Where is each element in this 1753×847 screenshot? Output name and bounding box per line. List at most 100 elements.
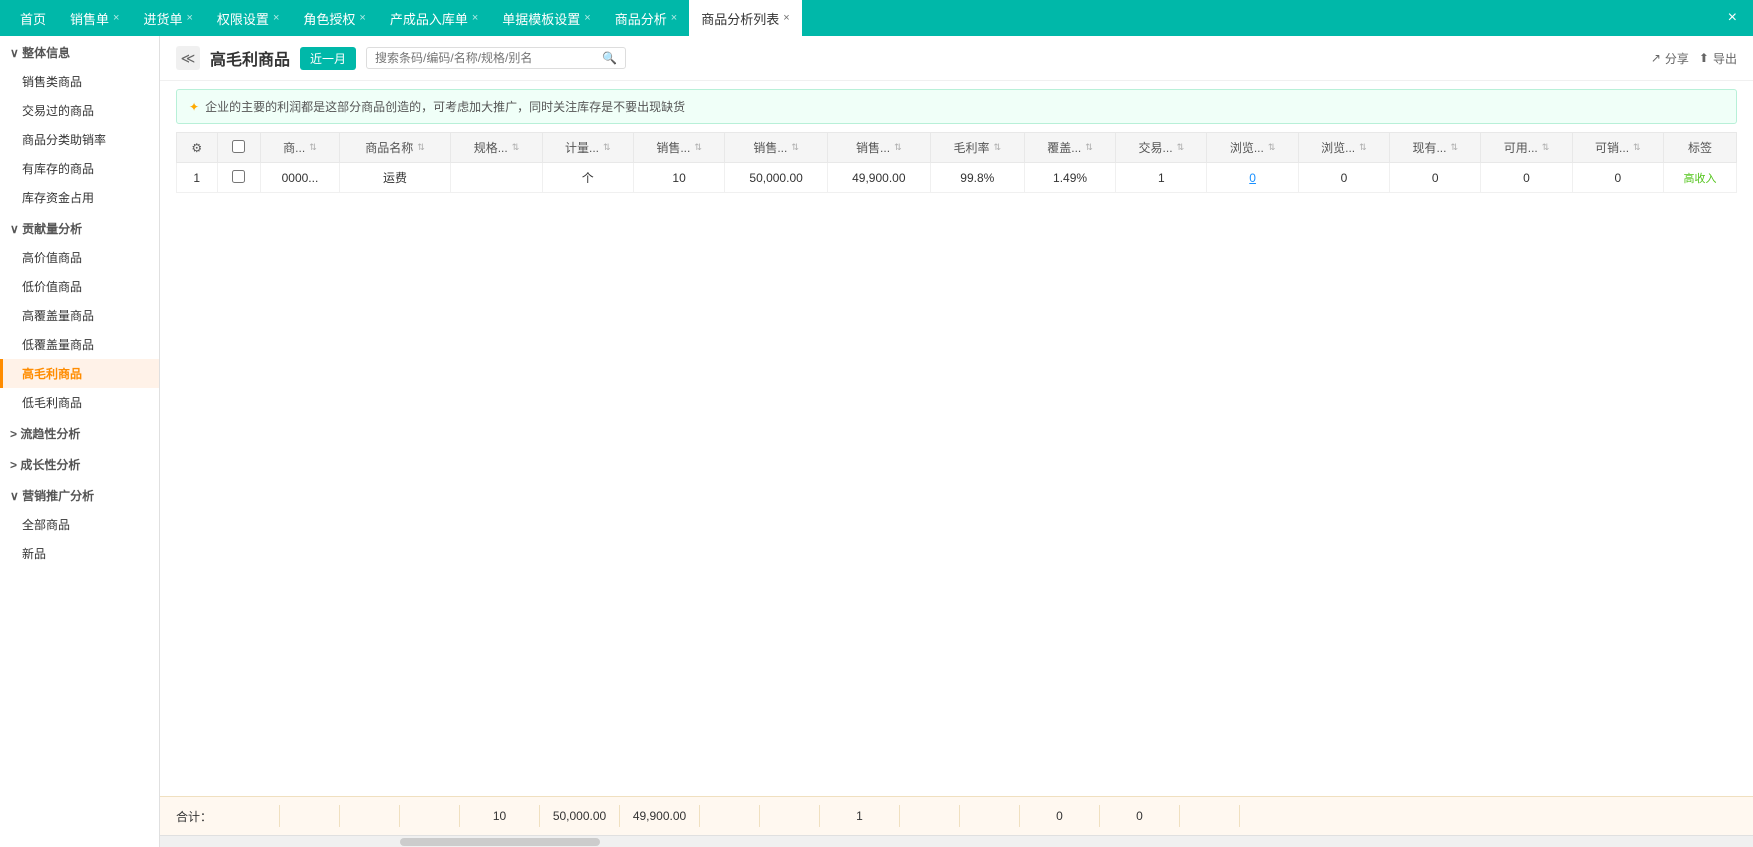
col-header-2[interactable]: 商...⇅ bbox=[261, 133, 339, 163]
col-label-5: 计量... bbox=[565, 139, 599, 156]
scrollbar-area[interactable] bbox=[160, 835, 1753, 847]
footer-cell-5: 50,000.00 bbox=[540, 805, 620, 827]
sidebar-section-1[interactable]: ∨ 贡献量分析 bbox=[0, 212, 159, 243]
row-views2: 0 bbox=[1298, 163, 1389, 193]
col-label-10: 覆盖... bbox=[1047, 139, 1081, 156]
col-header-8[interactable]: 销售... ⇅ bbox=[827, 133, 930, 163]
sidebar-item-0-1[interactable]: 交易过的商品 bbox=[0, 96, 159, 125]
sidebar-section-2[interactable]: > 流趋性分析 bbox=[0, 417, 159, 448]
sort-icon-13[interactable]: ⇅ bbox=[1359, 142, 1367, 153]
footer-cell-2 bbox=[340, 805, 400, 827]
nav-item-6[interactable]: 单据模板设置× bbox=[490, 0, 602, 36]
nav-close-8[interactable]: × bbox=[783, 12, 789, 24]
sort-icon-11[interactable]: ⇅ bbox=[1177, 142, 1185, 153]
col-header-5[interactable]: 计量... ⇅ bbox=[542, 133, 633, 163]
col-header-7[interactable]: 销售...⇅ bbox=[725, 133, 828, 163]
nav-item-2[interactable]: 进货单× bbox=[131, 0, 204, 36]
footer-cell-9: 1 bbox=[820, 805, 900, 827]
sort-icon-7[interactable]: ⇅ bbox=[791, 142, 799, 153]
col-label-6: 销售... bbox=[656, 139, 690, 156]
sort-icon-3[interactable]: ⇅ bbox=[417, 142, 425, 153]
sort-icon-14[interactable]: ⇅ bbox=[1450, 142, 1458, 153]
sort-icon-6[interactable]: ⇅ bbox=[694, 142, 702, 153]
sidebar-item-1-5[interactable]: 低毛利商品 bbox=[0, 388, 159, 417]
row-sales-amt: 50,000.00 bbox=[725, 163, 828, 193]
nav-close-4[interactable]: × bbox=[359, 12, 365, 24]
sidebar-item-1-1[interactable]: 低价值商品 bbox=[0, 272, 159, 301]
row-available: 0 bbox=[1481, 163, 1572, 193]
horizontal-scrollbar[interactable] bbox=[400, 838, 600, 846]
col-header-10[interactable]: 覆盖... ⇅ bbox=[1024, 133, 1115, 163]
col-header-15[interactable]: 可用...⇅ bbox=[1481, 133, 1572, 163]
col-header-6[interactable]: 销售... ⇅ bbox=[633, 133, 724, 163]
sort-icon-12[interactable]: ⇅ bbox=[1268, 142, 1276, 153]
nav-item-0[interactable]: 首页 bbox=[8, 0, 58, 36]
info-icon: ✦ bbox=[189, 100, 199, 114]
sidebar-section-0[interactable]: ∨ 整体信息 bbox=[0, 36, 159, 67]
nav-item-5[interactable]: 产成品入库单× bbox=[378, 0, 490, 36]
nav-close-2[interactable]: × bbox=[186, 12, 192, 24]
sort-icon-15[interactable]: ⇅ bbox=[1542, 142, 1550, 153]
footer-cell-11 bbox=[960, 805, 1020, 827]
sort-icon-10[interactable]: ⇅ bbox=[1085, 142, 1093, 153]
info-bar: ✦ 企业的主要的利润都是这部分商品创造的，可考虑加大推广，同时关注库存是不要出现… bbox=[176, 89, 1737, 124]
row-current: 0 bbox=[1390, 163, 1481, 193]
sidebar: ∨ 整体信息销售类商品交易过的商品商品分类助销率有库存的商品库存资金占用∨ 贡献… bbox=[0, 36, 160, 847]
row-views1-link[interactable]: 0 bbox=[1249, 171, 1256, 185]
nav-close-3[interactable]: × bbox=[273, 12, 279, 24]
sidebar-item-1-2[interactable]: 高覆盖量商品 bbox=[0, 301, 159, 330]
nav-item-3[interactable]: 权限设置× bbox=[205, 0, 291, 36]
sidebar-item-4-0[interactable]: 全部商品 bbox=[0, 510, 159, 539]
settings-icon[interactable]: ⚙ bbox=[191, 141, 202, 155]
sidebar-item-4-1[interactable]: 新品 bbox=[0, 539, 159, 568]
nav-item-1[interactable]: 销售单× bbox=[58, 0, 131, 36]
search-icon[interactable]: 🔍 bbox=[602, 51, 617, 65]
nav-close-5[interactable]: × bbox=[472, 12, 478, 24]
footer-cell-13: 0 bbox=[1100, 805, 1180, 827]
col-label-13: 浏览... bbox=[1321, 139, 1355, 156]
row-checkbox bbox=[217, 163, 261, 193]
sort-icon-8[interactable]: ⇅ bbox=[894, 142, 902, 153]
col-header-11[interactable]: 交易...⇅ bbox=[1116, 133, 1207, 163]
select-all-checkbox[interactable] bbox=[232, 140, 245, 153]
col-header-14[interactable]: 现有...⇅ bbox=[1390, 133, 1481, 163]
sidebar-item-0-2[interactable]: 商品分类助销率 bbox=[0, 125, 159, 154]
nav-item-7[interactable]: 商品分析× bbox=[603, 0, 689, 36]
nav-close-1[interactable]: × bbox=[113, 12, 119, 24]
close-all-button[interactable]: × bbox=[1720, 9, 1745, 27]
nav-close-6[interactable]: × bbox=[584, 12, 590, 24]
sidebar-item-0-0[interactable]: 销售类商品 bbox=[0, 67, 159, 96]
sort-icon-16[interactable]: ⇅ bbox=[1633, 142, 1641, 153]
filter-recent-button[interactable]: 近一月 bbox=[300, 47, 356, 70]
export-button[interactable]: ⬆ 导出 bbox=[1699, 50, 1737, 67]
sidebar-item-0-4[interactable]: 库存资金占用 bbox=[0, 183, 159, 212]
search-input[interactable] bbox=[375, 51, 598, 65]
sidebar-item-1-0[interactable]: 高价值商品 bbox=[0, 243, 159, 272]
col-label-12: 浏览... bbox=[1230, 139, 1264, 156]
row-check[interactable] bbox=[232, 170, 245, 183]
col-label-8: 销售... bbox=[856, 139, 890, 156]
col-header-13[interactable]: 浏览... ⇅ bbox=[1298, 133, 1389, 163]
section-arrow-2: > bbox=[10, 427, 17, 441]
footer-cell-3 bbox=[400, 805, 460, 827]
share-button[interactable]: ↗ 分享 bbox=[1651, 50, 1689, 67]
sort-icon-9[interactable]: ⇅ bbox=[994, 142, 1002, 153]
col-header-3[interactable]: 商品名称⇅ bbox=[339, 133, 451, 163]
nav-close-7[interactable]: × bbox=[671, 12, 677, 24]
sidebar-section-4[interactable]: ∨ 营销推广分析 bbox=[0, 479, 159, 510]
collapse-sidebar-button[interactable]: ≪ bbox=[176, 46, 200, 70]
nav-item-4[interactable]: 角色授权× bbox=[291, 0, 377, 36]
col-header-4[interactable]: 规格...⇅ bbox=[451, 133, 542, 163]
sidebar-item-1-4[interactable]: 高毛利商品 bbox=[0, 359, 159, 388]
col-header-12[interactable]: 浏览... ⇅ bbox=[1207, 133, 1298, 163]
sidebar-item-0-3[interactable]: 有库存的商品 bbox=[0, 154, 159, 183]
sidebar-section-3[interactable]: > 成长性分析 bbox=[0, 448, 159, 479]
sidebar-item-1-3[interactable]: 低覆盖量商品 bbox=[0, 330, 159, 359]
sort-icon-4[interactable]: ⇅ bbox=[512, 142, 520, 153]
nav-item-8[interactable]: 商品分析列表× bbox=[689, 0, 801, 36]
sort-icon-5[interactable]: ⇅ bbox=[603, 142, 611, 153]
top-nav: 首页销售单×进货单×权限设置×角色授权×产成品入库单×单据模板设置×商品分析×商… bbox=[0, 0, 1753, 36]
col-header-16[interactable]: 可销...⇅ bbox=[1572, 133, 1663, 163]
sort-icon-2[interactable]: ⇅ bbox=[309, 142, 317, 153]
col-header-9[interactable]: 毛利率⇅ bbox=[930, 133, 1024, 163]
